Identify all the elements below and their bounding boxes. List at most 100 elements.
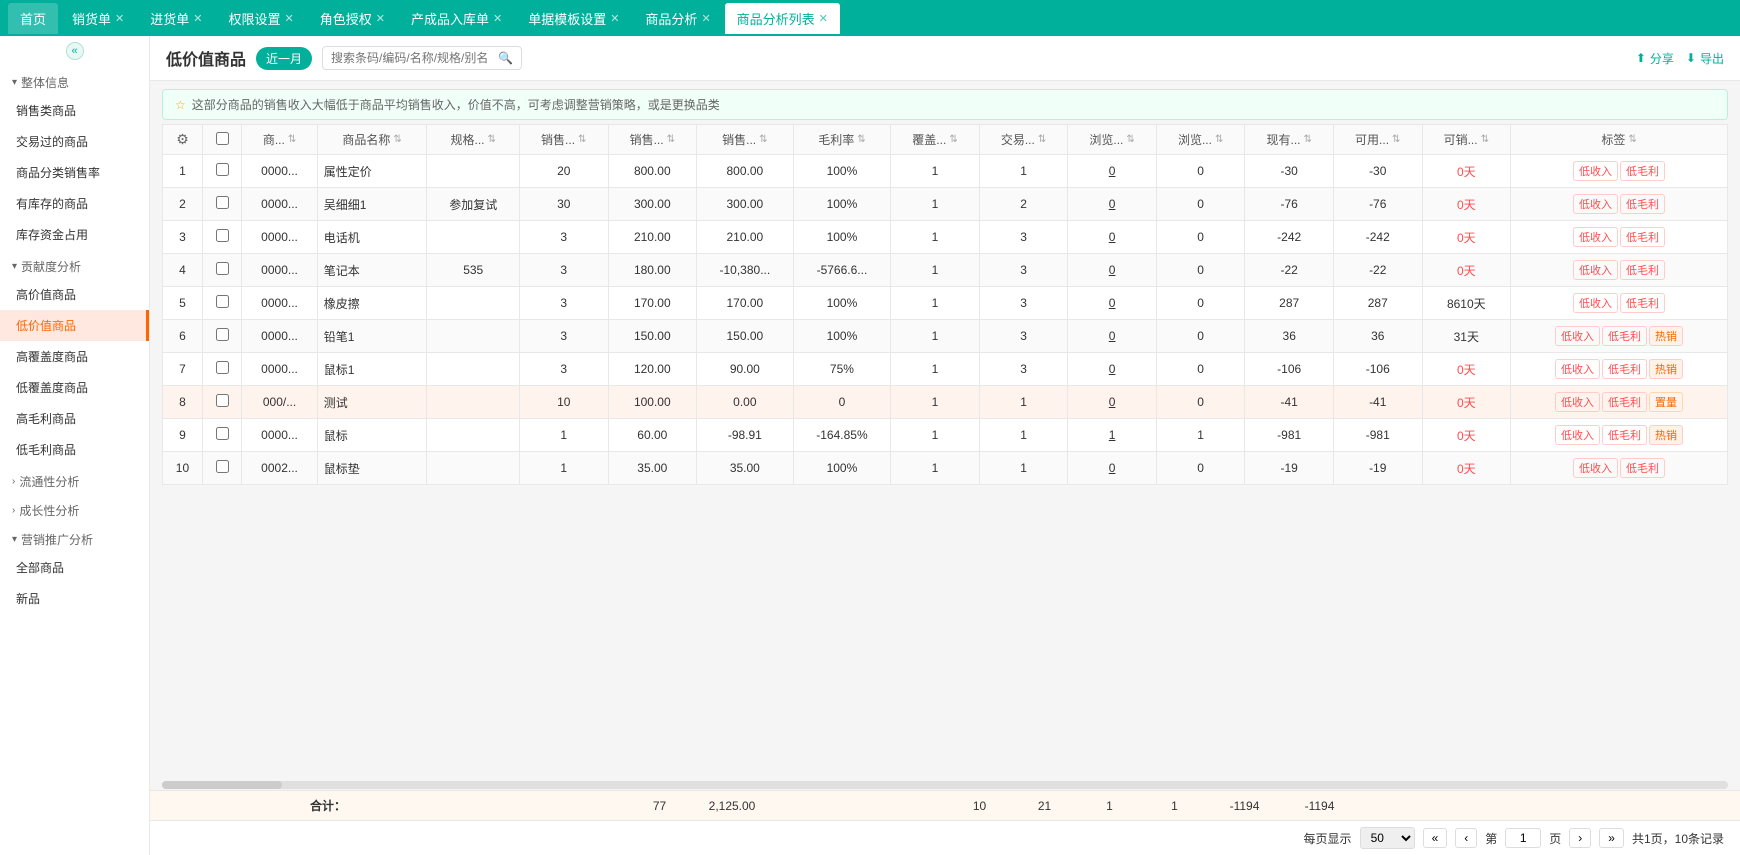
col-saleable[interactable]: 可销...⇅ — [1422, 125, 1511, 155]
sort-code[interactable]: ⇅ — [288, 134, 296, 145]
sort-qty[interactable]: ⇅ — [578, 134, 586, 145]
browse1-link[interactable]: 0 — [1109, 395, 1116, 409]
sidebar-item-category-sales-rate[interactable]: 商品分类销售率 — [0, 157, 149, 188]
sidebar-item-traded-products[interactable]: 交易过的商品 — [0, 126, 149, 157]
sidebar-item-all-products[interactable]: 全部商品 — [0, 552, 149, 583]
horizontal-scrollbar[interactable] — [150, 780, 1740, 790]
sort-price[interactable]: ⇅ — [667, 134, 675, 145]
row-check[interactable] — [202, 452, 241, 485]
sort-available[interactable]: ⇅ — [1392, 134, 1400, 145]
row-check[interactable] — [202, 386, 241, 419]
search-input[interactable] — [331, 51, 492, 65]
col-name[interactable]: 商品名称⇅ — [317, 125, 427, 155]
nav-product-analysis[interactable]: 商品分析 ✕ — [633, 3, 722, 34]
prev-page-btn[interactable]: ‹ — [1455, 828, 1477, 848]
browse1-link[interactable]: 1 — [1109, 428, 1116, 442]
col-amount[interactable]: 销售...⇅ — [697, 125, 794, 155]
sidebar-group-marketing[interactable]: ▾ 营销推广分析 — [0, 523, 149, 552]
col-spec[interactable]: 规格...⇅ — [427, 125, 520, 155]
last-page-btn[interactable]: » — [1599, 828, 1624, 848]
nav-close-product-analysis[interactable]: ✕ — [701, 12, 710, 25]
page-number-input[interactable] — [1505, 828, 1541, 848]
row-check[interactable] — [202, 155, 241, 188]
row-browse1[interactable]: 0 — [1068, 188, 1157, 221]
sort-amount[interactable]: ⇅ — [759, 134, 767, 145]
row-browse1[interactable]: 0 — [1068, 155, 1157, 188]
row-check[interactable] — [202, 353, 241, 386]
browse1-link[interactable]: 0 — [1109, 329, 1116, 343]
sidebar-item-new-products[interactable]: 新品 — [0, 583, 149, 614]
row-browse1[interactable]: 0 — [1068, 320, 1157, 353]
period-button[interactable]: 近一月 — [256, 47, 312, 70]
browse1-link[interactable]: 0 — [1109, 230, 1116, 244]
per-page-select[interactable]: 50 100 200 — [1360, 827, 1415, 849]
col-browse1[interactable]: 浏览...⇅ — [1068, 125, 1157, 155]
sidebar-item-low-coverage[interactable]: 低覆盖度商品 — [0, 372, 149, 403]
share-button[interactable]: ⬆ 分享 — [1636, 50, 1674, 67]
nav-template[interactable]: 单据模板设置 ✕ — [516, 3, 631, 34]
nav-home[interactable]: 首页 — [8, 3, 58, 34]
row-check[interactable] — [202, 254, 241, 287]
sort-name[interactable]: ⇅ — [393, 134, 401, 145]
nav-close-roles[interactable]: ✕ — [376, 12, 385, 25]
row-checkbox[interactable] — [216, 361, 229, 374]
col-current[interactable]: 现有...⇅ — [1245, 125, 1334, 155]
sidebar-item-low-margin[interactable]: 低毛利商品 — [0, 434, 149, 465]
sidebar-group-growth[interactable]: › 成长性分析 — [0, 494, 149, 523]
col-tags[interactable]: 标签⇅ — [1511, 125, 1728, 155]
col-coverage[interactable]: 覆盖...⇅ — [891, 125, 980, 155]
export-button[interactable]: ⬇ 导出 — [1686, 50, 1724, 67]
row-check[interactable] — [202, 320, 241, 353]
nav-roles[interactable]: 角色授权 ✕ — [308, 3, 397, 34]
nav-close-product-storage[interactable]: ✕ — [493, 12, 502, 25]
browse1-link[interactable]: 0 — [1109, 461, 1116, 475]
sidebar-group-liquidity[interactable]: › 流通性分析 — [0, 465, 149, 494]
nav-purchase[interactable]: 进货单 ✕ — [138, 3, 214, 34]
search-icon[interactable]: 🔍 — [498, 51, 513, 65]
scrollbar-thumb[interactable] — [162, 781, 282, 789]
sort-trade[interactable]: ⇅ — [1038, 134, 1046, 145]
col-code[interactable]: 商...⇅ — [242, 125, 317, 155]
browse1-link[interactable]: 0 — [1109, 164, 1116, 178]
next-page-btn[interactable]: › — [1569, 828, 1591, 848]
sidebar-item-high-coverage[interactable]: 高覆盖度商品 — [0, 341, 149, 372]
col-gear[interactable]: ⚙ — [163, 125, 203, 155]
nav-permissions[interactable]: 权限设置 ✕ — [216, 3, 305, 34]
row-check[interactable] — [202, 188, 241, 221]
sidebar-item-high-value[interactable]: 高价值商品 — [0, 279, 149, 310]
sort-margin[interactable]: ⇅ — [857, 134, 865, 145]
sidebar-item-inventory-products[interactable]: 有库存的商品 — [0, 188, 149, 219]
browse1-link[interactable]: 0 — [1109, 263, 1116, 277]
nav-product-analysis-list[interactable]: 商品分析列表 ✕ — [725, 3, 840, 34]
browse1-link[interactable]: 0 — [1109, 197, 1116, 211]
row-checkbox[interactable] — [216, 427, 229, 440]
col-trade[interactable]: 交易...⇅ — [979, 125, 1068, 155]
col-browse2[interactable]: 浏览...⇅ — [1156, 125, 1245, 155]
row-check[interactable] — [202, 221, 241, 254]
sort-coverage[interactable]: ⇅ — [949, 134, 957, 145]
nav-close-sales[interactable]: ✕ — [115, 12, 124, 25]
sort-saleable[interactable]: ⇅ — [1481, 134, 1489, 145]
row-checkbox[interactable] — [216, 229, 229, 242]
nav-sales[interactable]: 销货单 ✕ — [60, 3, 136, 34]
sidebar-item-high-margin[interactable]: 高毛利商品 — [0, 403, 149, 434]
sort-tags[interactable]: ⇅ — [1628, 134, 1636, 145]
sort-browse1[interactable]: ⇅ — [1126, 134, 1134, 145]
row-checkbox[interactable] — [216, 328, 229, 341]
first-page-btn[interactable]: « — [1423, 828, 1448, 848]
row-browse1[interactable]: 1 — [1068, 419, 1157, 452]
row-browse1[interactable]: 0 — [1068, 254, 1157, 287]
row-checkbox[interactable] — [216, 460, 229, 473]
nav-close-template[interactable]: ✕ — [610, 12, 619, 25]
sort-current[interactable]: ⇅ — [1304, 134, 1312, 145]
nav-close-permissions[interactable]: ✕ — [285, 12, 294, 25]
nav-close-purchase[interactable]: ✕ — [193, 12, 202, 25]
sidebar-item-inventory-capital[interactable]: 库存资金占用 — [0, 219, 149, 250]
browse1-link[interactable]: 0 — [1109, 362, 1116, 376]
col-available[interactable]: 可用...⇅ — [1333, 125, 1422, 155]
row-browse1[interactable]: 0 — [1068, 353, 1157, 386]
row-checkbox[interactable] — [216, 262, 229, 275]
browse1-link[interactable]: 0 — [1109, 296, 1116, 310]
row-checkbox[interactable] — [216, 394, 229, 407]
sidebar-group-contribution[interactable]: ▾ 贡献度分析 — [0, 250, 149, 279]
